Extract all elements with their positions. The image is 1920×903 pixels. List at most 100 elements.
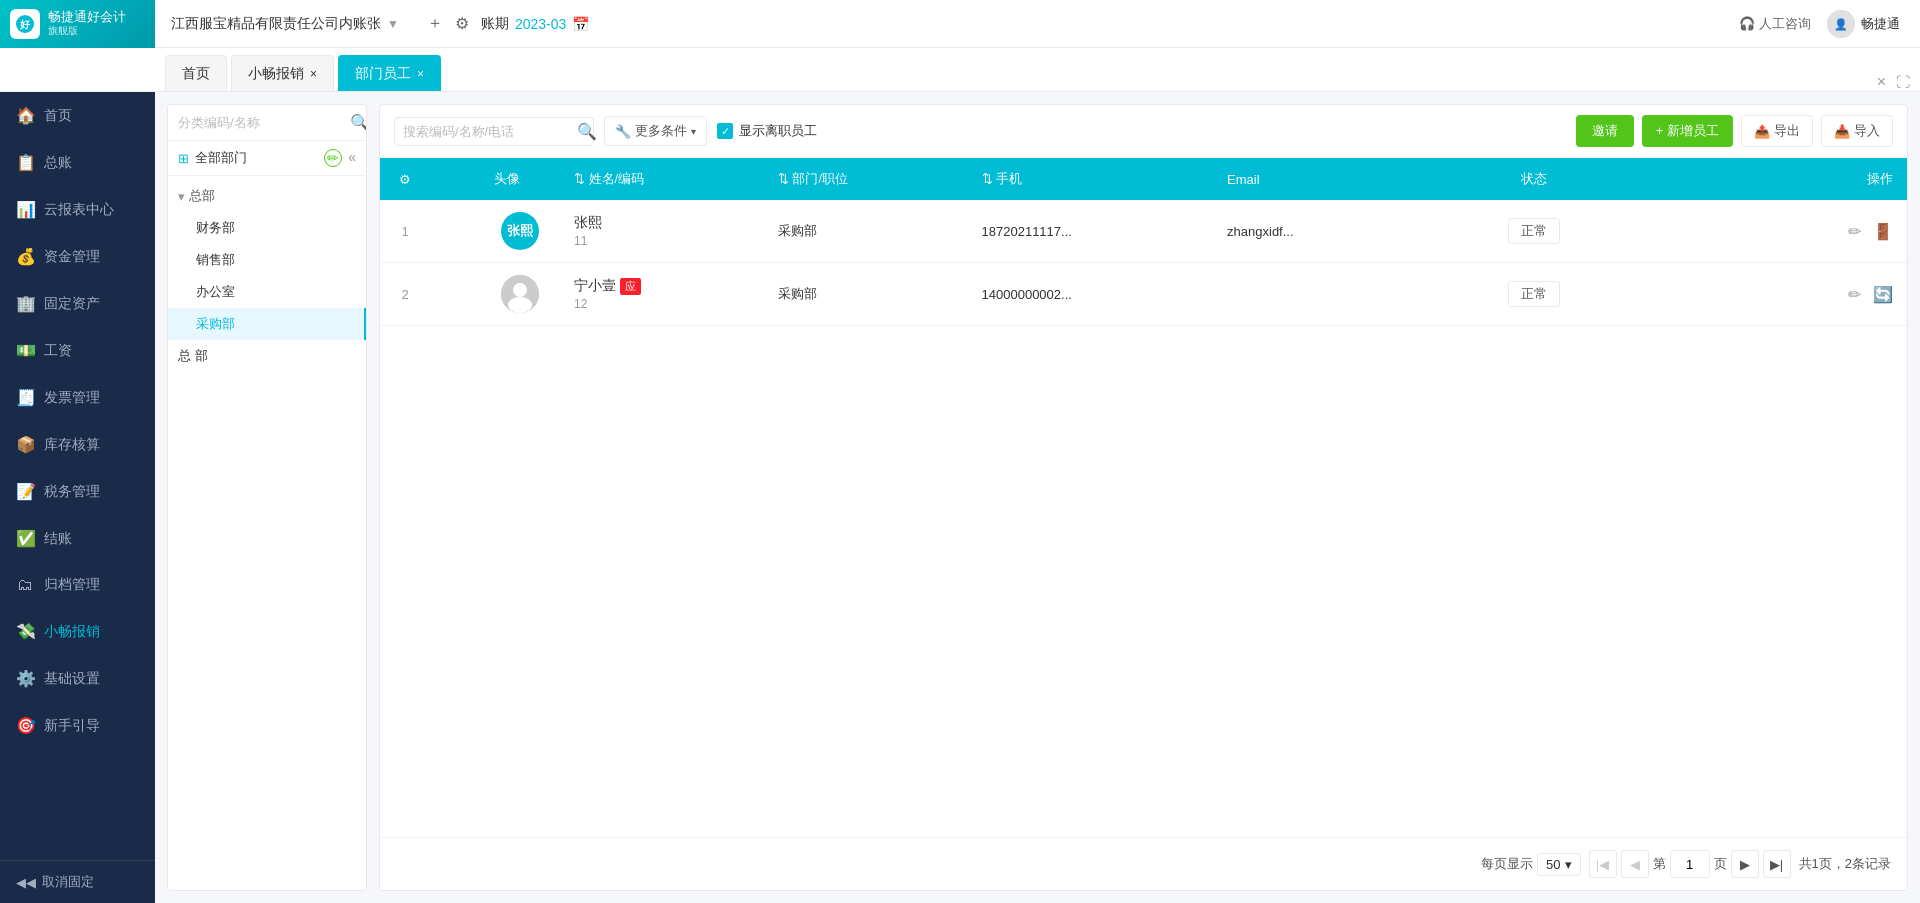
import-button[interactable]: 📥 导入 (1821, 115, 1893, 147)
tab-bar: 首页 小畅报销 × 部门员工 × × ⛶ (0, 48, 1920, 92)
more-filters-button[interactable]: 🔧 更多条件 ▾ (604, 116, 707, 146)
next-page-button[interactable]: ▶ (1731, 850, 1759, 878)
add-employee-label: + 新增员工 (1656, 122, 1719, 140)
dept-node-caiwu[interactable]: 财务部 (168, 212, 366, 244)
col-dept[interactable]: ⇅ 部门/职位 (764, 158, 968, 200)
dept-search-icon[interactable]: 🔍 (350, 113, 367, 132)
add-employee-button[interactable]: + 新增员工 (1642, 115, 1733, 147)
last-page-button[interactable]: ▶| (1763, 850, 1791, 878)
table-toolbar: 🔍 🔧 更多条件 ▾ ✓ 显示离职员工 邀请 (380, 105, 1907, 158)
add-button[interactable]: ＋ (427, 13, 443, 34)
col-settings[interactable]: ⚙ (380, 158, 430, 200)
search-box: 🔍 (394, 117, 594, 146)
sidebar-item-expense[interactable]: 💸 小畅报销 (0, 608, 155, 655)
per-page-value: 50 (1546, 857, 1560, 872)
dept-node-caigou[interactable]: 采购部 (168, 308, 366, 340)
sidebar-item-ledger[interactable]: 📋 总账 (0, 139, 155, 186)
prev-page-button[interactable]: ◀ (1621, 850, 1649, 878)
row2-dept: 采购部 (764, 263, 968, 326)
invoice-icon: 🧾 (16, 388, 34, 407)
col-num (430, 158, 480, 200)
page-size-select: 每页显示 50 ▾ (1481, 853, 1580, 876)
sidebar-item-invoice[interactable]: 🧾 发票管理 (0, 374, 155, 421)
tab-dept-close[interactable]: × (417, 67, 424, 81)
archive-icon: 🗂 (16, 576, 34, 594)
sidebar-item-home[interactable]: 🏠 首页 (0, 92, 155, 139)
tab-expense-close[interactable]: × (310, 67, 317, 81)
row2-delete-icon[interactable]: 🔄 (1873, 285, 1893, 304)
service-button[interactable]: 🎧 人工咨询 (1739, 15, 1811, 33)
tab-close-all[interactable]: × (1877, 73, 1886, 91)
table-body: 1 张熙 张熙 11 (380, 200, 1907, 326)
invite-button[interactable]: 邀请 (1576, 115, 1634, 147)
toolbar-right: 邀请 + 新增员工 📤 导出 📥 导入 (1576, 115, 1893, 147)
calendar-icon[interactable]: 📅 (572, 16, 589, 32)
sidebar-item-close[interactable]: ✅ 结账 (0, 515, 155, 562)
show-resigned-label: 显示离职员工 (739, 122, 817, 140)
sidebar-item-report[interactable]: 📊 云报表中心 (0, 186, 155, 233)
row1-exit-icon[interactable]: 🚪 (1873, 222, 1893, 241)
sidebar-item-guide[interactable]: 🎯 新手引导 (0, 702, 155, 749)
dept-edit-icon[interactable]: ✏ (324, 149, 342, 167)
user-name: 畅捷通 (1861, 15, 1900, 33)
first-page-button[interactable]: |◀ (1589, 850, 1617, 878)
dept-collapse-icon[interactable]: « (348, 149, 356, 167)
data-table: ⚙ 头像 ⇅ 姓名/编码 ⇅ 部门/职位 ⇅ 手机 (380, 158, 1907, 837)
sidebar-item-fund[interactable]: 💰 资金管理 (0, 233, 155, 280)
row2-status-badge: 正常 (1508, 281, 1560, 307)
search-input[interactable] (403, 124, 571, 139)
sidebar-label-inventory: 库存核算 (44, 436, 100, 454)
company-selector[interactable]: 江西服宝精品有限责任公司内账张 ▼ (155, 15, 415, 33)
company-name: 江西服宝精品有限责任公司内账张 (171, 15, 381, 33)
sidebar-cancel-fixed[interactable]: ◀◀ 取消固定 (0, 860, 155, 903)
row2-code: 12 (574, 297, 750, 311)
tab-home[interactable]: 首页 (165, 55, 227, 91)
sidebar-label-ledger: 总账 (44, 154, 72, 172)
svg-point-5 (513, 283, 527, 297)
settings-button[interactable]: ⚙ (455, 14, 469, 33)
tab-dept-staff[interactable]: 部门员工 × (338, 55, 441, 91)
tab-expand[interactable]: ⛶ (1896, 74, 1910, 90)
dept-node-xiaoshou[interactable]: 销售部 (168, 244, 366, 276)
row2-num: 2 (380, 263, 430, 326)
tab-expense-label: 小畅报销 (248, 65, 304, 83)
sidebar-item-tax[interactable]: 📝 税务管理 (0, 468, 155, 515)
page-input[interactable] (1670, 850, 1710, 878)
fund-icon: 💰 (16, 247, 34, 266)
dept-node-bangong[interactable]: 办公室 (168, 276, 366, 308)
show-resigned-toggle[interactable]: ✓ 显示离职员工 (717, 122, 817, 140)
export-label: 导出 (1774, 122, 1800, 140)
show-resigned-checkbox[interactable]: ✓ (717, 123, 733, 139)
dept-node-zongbu-parent[interactable]: ▾ 总部 (168, 180, 366, 212)
dept-node-zongbu2[interactable]: 总 部 (168, 340, 366, 372)
sidebar-item-archive[interactable]: 🗂 归档管理 (0, 562, 155, 608)
dept-search-input[interactable] (178, 115, 346, 130)
row1-edit-icon[interactable]: ✏ (1848, 222, 1861, 241)
tax-icon: 📝 (16, 482, 34, 501)
row1-status-badge: 正常 (1508, 218, 1560, 244)
dept-all-label[interactable]: ⊞ 全部部门 (178, 149, 247, 167)
home-icon: 🏠 (16, 106, 34, 125)
wage-icon: 💵 (16, 341, 34, 360)
page-label: 第 (1653, 855, 1666, 873)
sidebar-item-inventory[interactable]: 📦 库存核算 (0, 421, 155, 468)
tab-home-label: 首页 (182, 65, 210, 83)
logo-text-area: 畅捷通好会计 旗舰版 (48, 9, 126, 39)
sidebar-item-asset[interactable]: 🏢 固定资产 (0, 280, 155, 327)
row1-name: 张熙 (574, 214, 750, 232)
tab-expense[interactable]: 小畅报销 × (231, 55, 334, 91)
search-icon[interactable]: 🔍 (577, 122, 597, 141)
per-page-dropdown[interactable]: 50 ▾ (1537, 853, 1580, 876)
col-name[interactable]: ⇅ 姓名/编码 (560, 158, 764, 200)
col-status: 状态 (1409, 158, 1658, 200)
user-area[interactable]: 👤 畅捷通 (1827, 10, 1900, 38)
logo-icon: 好 (10, 9, 40, 39)
row2-email (1213, 263, 1409, 326)
sidebar-item-wage[interactable]: 💵 工资 (0, 327, 155, 374)
sidebar-item-settings[interactable]: ⚙️ 基础设置 (0, 655, 155, 702)
sidebar-label-expense: 小畅报销 (44, 623, 100, 641)
export-button[interactable]: 📤 导出 (1741, 115, 1813, 147)
row2-edit-icon[interactable]: ✏ (1848, 285, 1861, 304)
main-layout: 🏠 首页 📋 总账 📊 云报表中心 💰 资金管理 🏢 固定资产 💵 工资 🧾 发… (0, 92, 1920, 903)
col-phone[interactable]: ⇅ 手机 (968, 158, 1214, 200)
